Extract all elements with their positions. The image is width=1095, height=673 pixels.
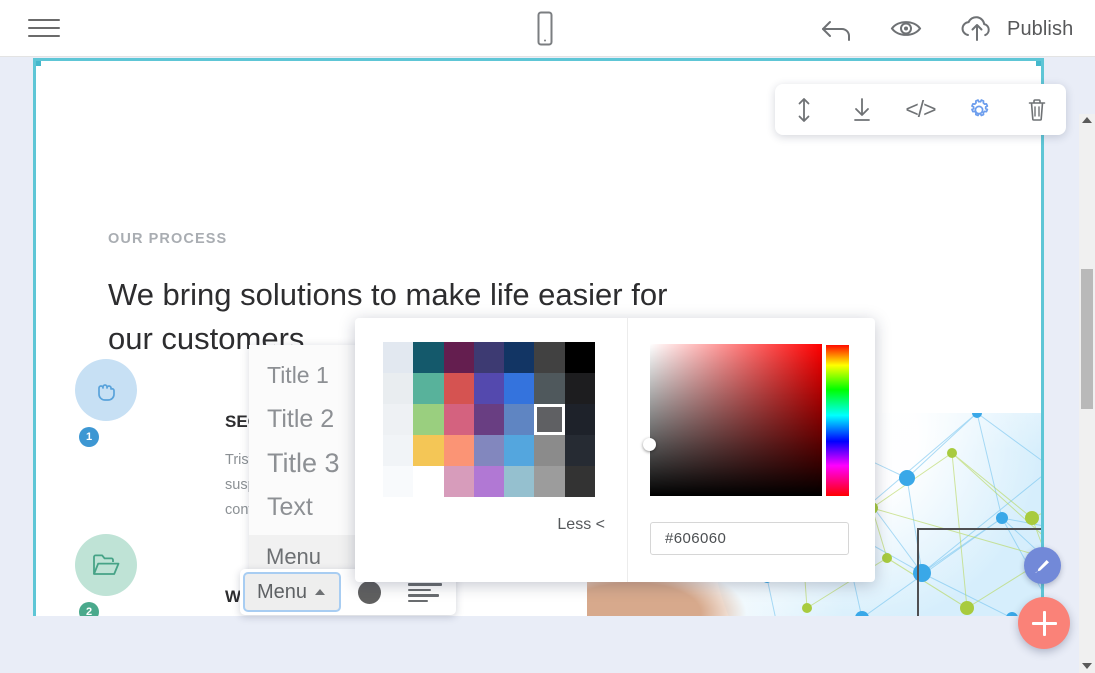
color-palette-grid <box>383 342 595 497</box>
palette-swatch[interactable] <box>413 435 443 466</box>
palette-swatch[interactable] <box>474 466 504 497</box>
palette-swatch[interactable] <box>534 435 564 466</box>
text-align-left-icon[interactable] <box>408 583 442 602</box>
hue-slider[interactable] <box>826 344 849 496</box>
palette-swatch[interactable] <box>383 373 413 404</box>
palette-swatch[interactable] <box>383 342 413 373</box>
palette-swatch[interactable] <box>565 466 595 497</box>
custom-color-pane: #606060 <box>628 318 875 582</box>
move-vertical-icon[interactable] <box>782 90 826 130</box>
palette-swatch[interactable] <box>413 342 443 373</box>
hex-input-value: #606060 <box>651 530 726 547</box>
feature-item-1: 1 <box>75 359 165 449</box>
undo-button[interactable] <box>820 12 856 45</box>
align-line <box>408 594 439 597</box>
less-toggle-link[interactable]: Less < <box>557 516 605 534</box>
palette-swatch[interactable] <box>565 342 595 373</box>
palette-swatch[interactable] <box>504 404 534 435</box>
cloud-upload-icon <box>957 14 997 44</box>
palette-swatch[interactable] <box>534 404 564 435</box>
hamburger-line <box>28 35 60 37</box>
publish-button[interactable]: Publish <box>957 10 1073 48</box>
publish-label: Publish <box>1007 18 1073 41</box>
palette-swatch[interactable] <box>474 404 504 435</box>
align-line <box>408 583 442 586</box>
chevron-up-icon <box>315 589 325 595</box>
hamburger-line <box>28 19 60 21</box>
hamburger-line <box>28 27 60 29</box>
feature-badge: 1 <box>79 427 99 447</box>
feature-item-2: 2 <box>75 534 165 616</box>
palette-swatch[interactable] <box>383 466 413 497</box>
mobile-device-icon[interactable] <box>531 10 559 47</box>
palette-swatch[interactable] <box>413 404 443 435</box>
palette-swatch[interactable] <box>444 373 474 404</box>
palette-swatch[interactable] <box>565 373 595 404</box>
scroll-up-arrow[interactable] <box>1082 117 1092 123</box>
section-eyebrow-text: OUR PROCESS <box>108 231 227 247</box>
scroll-down-arrow[interactable] <box>1082 663 1092 669</box>
hue-slider-handle[interactable] <box>826 340 849 345</box>
palette-swatch[interactable] <box>504 435 534 466</box>
palette-swatch[interactable] <box>534 373 564 404</box>
code-glyph: </> <box>905 96 935 123</box>
scrollbar-thumb[interactable] <box>1081 269 1093 409</box>
palette-swatch[interactable] <box>474 435 504 466</box>
download-icon[interactable] <box>840 90 884 130</box>
page-scrollbar[interactable] <box>1079 114 1095 673</box>
palette-swatch[interactable] <box>413 466 443 497</box>
paintbrush-fab[interactable] <box>1024 547 1061 584</box>
feature-badge: 2 <box>79 602 99 616</box>
palette-swatch[interactable] <box>383 404 413 435</box>
palette-swatch[interactable] <box>444 435 474 466</box>
palette-swatch[interactable] <box>444 342 474 373</box>
feature-icon-circle <box>75 534 137 596</box>
hamburger-menu-icon[interactable] <box>28 14 60 42</box>
palette-swatch[interactable] <box>504 342 534 373</box>
saturation-value-box[interactable] <box>650 344 822 496</box>
palette-swatch[interactable] <box>413 373 443 404</box>
palette-swatch[interactable] <box>383 435 413 466</box>
settings-gear-icon[interactable] <box>957 90 1001 130</box>
folder-icon <box>91 552 121 578</box>
resize-handle-tl[interactable] <box>34 59 41 66</box>
dropdown-footer-label: Menu <box>249 544 321 570</box>
hand-graphic <box>587 577 773 616</box>
palette-swatch[interactable] <box>504 466 534 497</box>
style-select-button[interactable]: Menu <box>243 572 341 612</box>
palette-swatch[interactable] <box>565 435 595 466</box>
color-palette-pane: Less < <box>355 318 628 582</box>
palette-swatch[interactable] <box>504 373 534 404</box>
palette-swatch[interactable] <box>534 466 564 497</box>
palette-swatch[interactable] <box>474 373 504 404</box>
section-action-toolbar: </> <box>775 84 1066 135</box>
preview-eye-button[interactable] <box>886 12 926 45</box>
delete-trash-icon[interactable] <box>1015 90 1059 130</box>
code-icon[interactable]: </> <box>898 90 942 130</box>
sv-picker-handle[interactable] <box>643 438 656 451</box>
style-select-label: Menu <box>245 581 307 604</box>
palette-swatch[interactable] <box>565 404 595 435</box>
top-toolbar: Publish <box>0 0 1095 57</box>
feature-icon-circle <box>75 359 137 421</box>
text-color-swatch[interactable] <box>358 581 381 604</box>
palette-swatch[interactable] <box>444 404 474 435</box>
hex-input-field[interactable]: #606060 <box>650 522 849 555</box>
editor-canvas-area: OUR PROCESS We bring solutions to make l… <box>0 57 1095 616</box>
palette-swatch[interactable] <box>444 466 474 497</box>
hand-grab-icon <box>92 376 120 404</box>
align-line <box>408 600 428 603</box>
palette-swatch[interactable] <box>474 342 504 373</box>
color-picker-popup: Less < #606060 <box>355 318 875 582</box>
resize-handle-tr[interactable] <box>1036 59 1043 66</box>
palette-swatch[interactable] <box>534 342 564 373</box>
add-fab[interactable] <box>1018 597 1070 649</box>
align-line <box>408 589 431 592</box>
